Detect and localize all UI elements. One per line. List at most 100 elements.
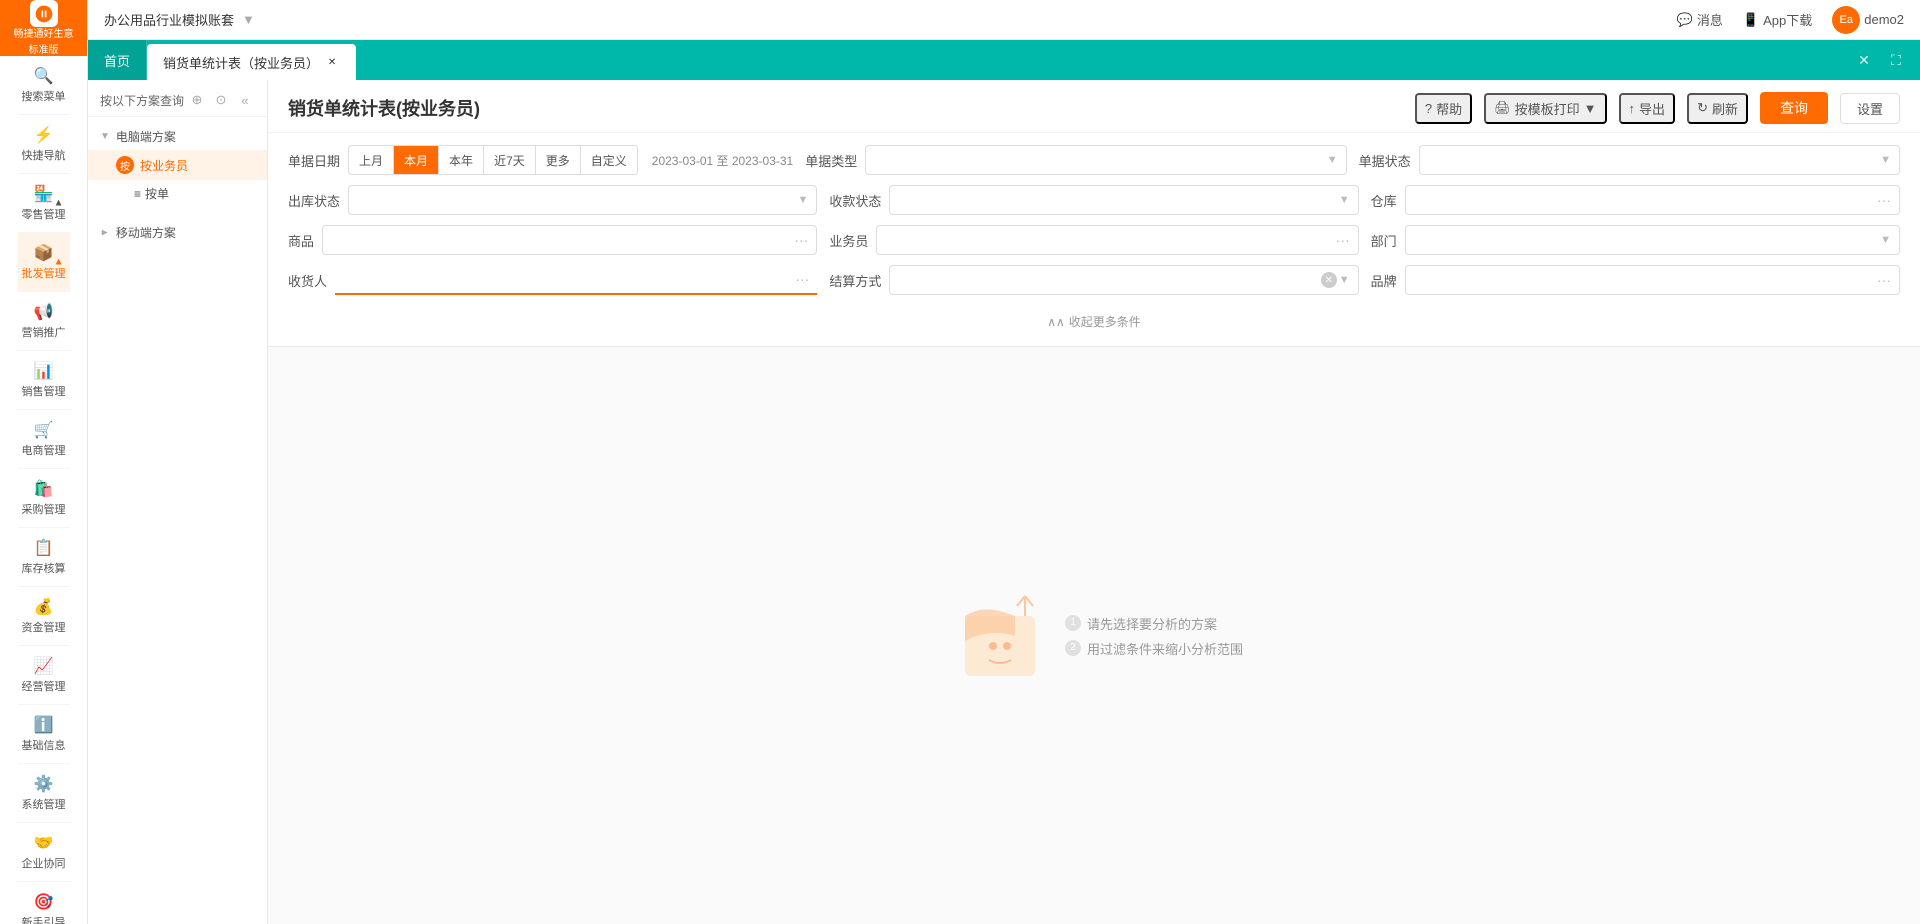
scheme-group-mobile-arrow: ▼ [99, 228, 110, 238]
tab-close-window-btn[interactable]: ✕ [1852, 48, 1876, 72]
help-btn[interactable]: ? 帮助 [1415, 93, 1472, 124]
sidebar-item-2[interactable]: 🏪 零售管理 ▲ [18, 174, 70, 233]
edit-scheme-btn[interactable]: ⊙ [211, 90, 231, 110]
scheme-sub-item-order[interactable]: ≡ 按单 [88, 180, 267, 207]
refresh-btn[interactable]: ↻ 刷新 [1687, 93, 1748, 124]
filter-item-date: 单据日期 上月 本月 本年 近7天 更多 自定义 2023-03-01 至 20… [288, 145, 793, 175]
message-btn[interactable]: 💬 消息 [1677, 10, 1723, 29]
doc-status-arrow-icon: ▼ [1880, 154, 1891, 166]
scheme-item-salesman-label: 按业务员 [140, 157, 188, 174]
message-label: 消息 [1697, 10, 1723, 29]
sidebar-item-icon-5: 📊 [34, 361, 54, 381]
date-tab-last-month[interactable]: 上月 [349, 145, 394, 175]
empty-state-illustration: 1 请先选择要分析的方案 2 用过滤条件来缩小分析范围 [945, 586, 1243, 686]
add-scheme-btn[interactable]: ⊕ [187, 90, 207, 110]
tab-maximize-btn[interactable]: ⛶ [1884, 48, 1908, 72]
help-icon: ? [1425, 101, 1432, 116]
collapse-panel-btn[interactable]: « [235, 90, 255, 110]
tab-close-btn[interactable]: ✕ [325, 55, 339, 69]
doc-status-select[interactable]: ▼ [1419, 145, 1900, 175]
scheme-group-mobile-header[interactable]: ▼ 移动端方案 [88, 219, 267, 246]
sidebar-item-icon-11: ℹ️ [34, 715, 54, 735]
payment-select[interactable]: ✕ ▼ [889, 265, 1358, 295]
sidebar-item-13[interactable]: 🤝 企业协同 [18, 823, 70, 882]
dept-select[interactable]: ▼ [1405, 225, 1900, 255]
sidebar-item-icon-9: 💰 [34, 597, 54, 617]
payment-clear-btn[interactable]: ✕ [1321, 272, 1337, 288]
date-tab-more[interactable]: 更多 [536, 145, 581, 175]
step-2-num: 2 [1065, 640, 1081, 656]
sidebar-item-label-13: 企业协同 [22, 855, 66, 871]
right-panel: 销货单统计表(按业务员) ? 帮助 🖨 按模板打印 ▼ ↑ 导出 [268, 80, 1920, 924]
date-tab-this-month[interactable]: 本月 [394, 145, 439, 175]
date-tab-custom[interactable]: 自定义 [581, 145, 637, 175]
sidebar-nav: 🔍 搜索菜单 ⚡ 快捷导航 🏪 零售管理 ▲ 📦 批发管理 ▲ 📢 营销推广 📊… [18, 56, 70, 924]
filter-item-doc-status: 单据状态 ▼ [1359, 145, 1900, 175]
print-btn[interactable]: 🖨 按模板打印 ▼ [1484, 93, 1606, 124]
sidebar-item-0[interactable]: 🔍 搜索菜单 [18, 56, 70, 115]
doc-status-label: 单据状态 [1359, 151, 1411, 170]
scheme-group-pc-label: 电脑端方案 [116, 128, 176, 145]
sidebar-item-icon-8: 📋 [34, 538, 54, 558]
sidebar-item-icon-3: 📦 [34, 243, 54, 263]
filter-item-receipt-status: 收款状态 ▼ [829, 185, 1358, 215]
date-range-text: 2023-03-01 至 2023-03-31 [652, 152, 793, 169]
scheme-group-pc-header[interactable]: ▼ 电脑端方案 [88, 123, 267, 150]
sidebar-item-8[interactable]: 📋 库存核算 [18, 528, 70, 587]
collapse-filter-btn[interactable]: ∧∧ 收起更多条件 [1035, 309, 1153, 334]
filter-bottom-row: ∧∧ 收起更多条件 [288, 305, 1900, 334]
topbar-dropdown-icon[interactable]: ▼ [242, 12, 255, 27]
tab-home[interactable]: 首页 [88, 40, 147, 80]
filter-row-3: 商品 ··· 业务员 ··· 部门 [288, 225, 1900, 255]
sidebar-item-11[interactable]: ℹ️ 基础信息 [18, 705, 70, 764]
download-icon: 📱 [1743, 12, 1759, 28]
scheme-item-salesman[interactable]: 按 按业务员 [88, 150, 267, 180]
sidebar-item-label-11: 基础信息 [22, 737, 66, 753]
doc-type-arrow-icon: ▼ [1327, 154, 1338, 166]
sidebar-item-1[interactable]: ⚡ 快捷导航 [18, 115, 70, 174]
sidebar-item-5[interactable]: 📊 销售管理 [18, 351, 70, 410]
sidebar-item-3[interactable]: 📦 批发管理 ▲ [18, 233, 70, 292]
download-btn[interactable]: 📱 App下载 [1743, 10, 1812, 29]
export-btn[interactable]: ↑ 导出 [1619, 93, 1676, 124]
sidebar-item-icon-2: 🏪 [34, 184, 54, 204]
sidebar-item-icon-4: 📢 [34, 302, 54, 322]
sidebar-item-9[interactable]: 💰 资金管理 [18, 587, 70, 646]
sidebar-item-6[interactable]: 🛒 电商管理 [18, 410, 70, 469]
salesman-dots-icon: ··· [1336, 232, 1350, 248]
brand-select[interactable]: ··· [1405, 265, 1900, 295]
date-tab-7days[interactable]: 近7天 [484, 145, 536, 175]
query-btn[interactable]: 查询 [1760, 92, 1828, 124]
goods-select[interactable]: ··· [322, 225, 817, 255]
warehouse-label: 仓库 [1371, 191, 1397, 210]
sidebar-item-icon-7: 🛍️ [34, 479, 54, 499]
date-label: 单据日期 [288, 151, 340, 170]
left-panel-header-actions: ⊕ ⊙ « [187, 90, 255, 110]
receipt-status-select[interactable]: ▼ [889, 185, 1358, 215]
print-dropdown-icon: ▼ [1584, 101, 1597, 116]
doc-type-select[interactable]: ▼ [865, 145, 1346, 175]
sidebar-item-label-10: 经营管理 [22, 678, 66, 694]
salesman-select[interactable]: ··· [876, 225, 1358, 255]
sidebar-item-4[interactable]: 📢 营销推广 [18, 292, 70, 351]
warehouse-select[interactable]: ··· [1405, 185, 1900, 215]
scheme-group-pc-arrow: ▼ [100, 131, 110, 142]
out-status-select[interactable]: ▼ [348, 185, 817, 215]
tab-sales-stats[interactable]: 销货单统计表（按业务员） ✕ [147, 44, 356, 80]
sidebar-item-10[interactable]: 📈 经营管理 [18, 646, 70, 705]
sidebar-item-icon-12: ⚙️ [34, 774, 54, 794]
logo-icon [30, 0, 58, 27]
payment-arrow-icon: ▼ [1339, 274, 1350, 286]
user-menu[interactable]: Ea demo2 [1832, 6, 1904, 34]
filter-item-payment: 结算方式 ✕ ▼ [829, 265, 1358, 295]
date-tab-this-year[interactable]: 本年 [439, 145, 484, 175]
brand-label: 品牌 [1371, 271, 1397, 290]
sidebar-item-14[interactable]: 🎯 新手引导 [18, 882, 70, 924]
settings-btn[interactable]: 设置 [1840, 93, 1900, 124]
sidebar-item-7[interactable]: 🛍️ 采购管理 [18, 469, 70, 528]
receiver-input[interactable]: ··· [335, 265, 817, 295]
topbar-title: 办公用品行业模拟账套 [104, 10, 234, 29]
date-tabs: 上月 本月 本年 近7天 更多 自定义 [348, 145, 638, 175]
sidebar-item-12[interactable]: ⚙️ 系统管理 [18, 764, 70, 823]
sidebar-item-label-5: 销售管理 [22, 383, 66, 399]
